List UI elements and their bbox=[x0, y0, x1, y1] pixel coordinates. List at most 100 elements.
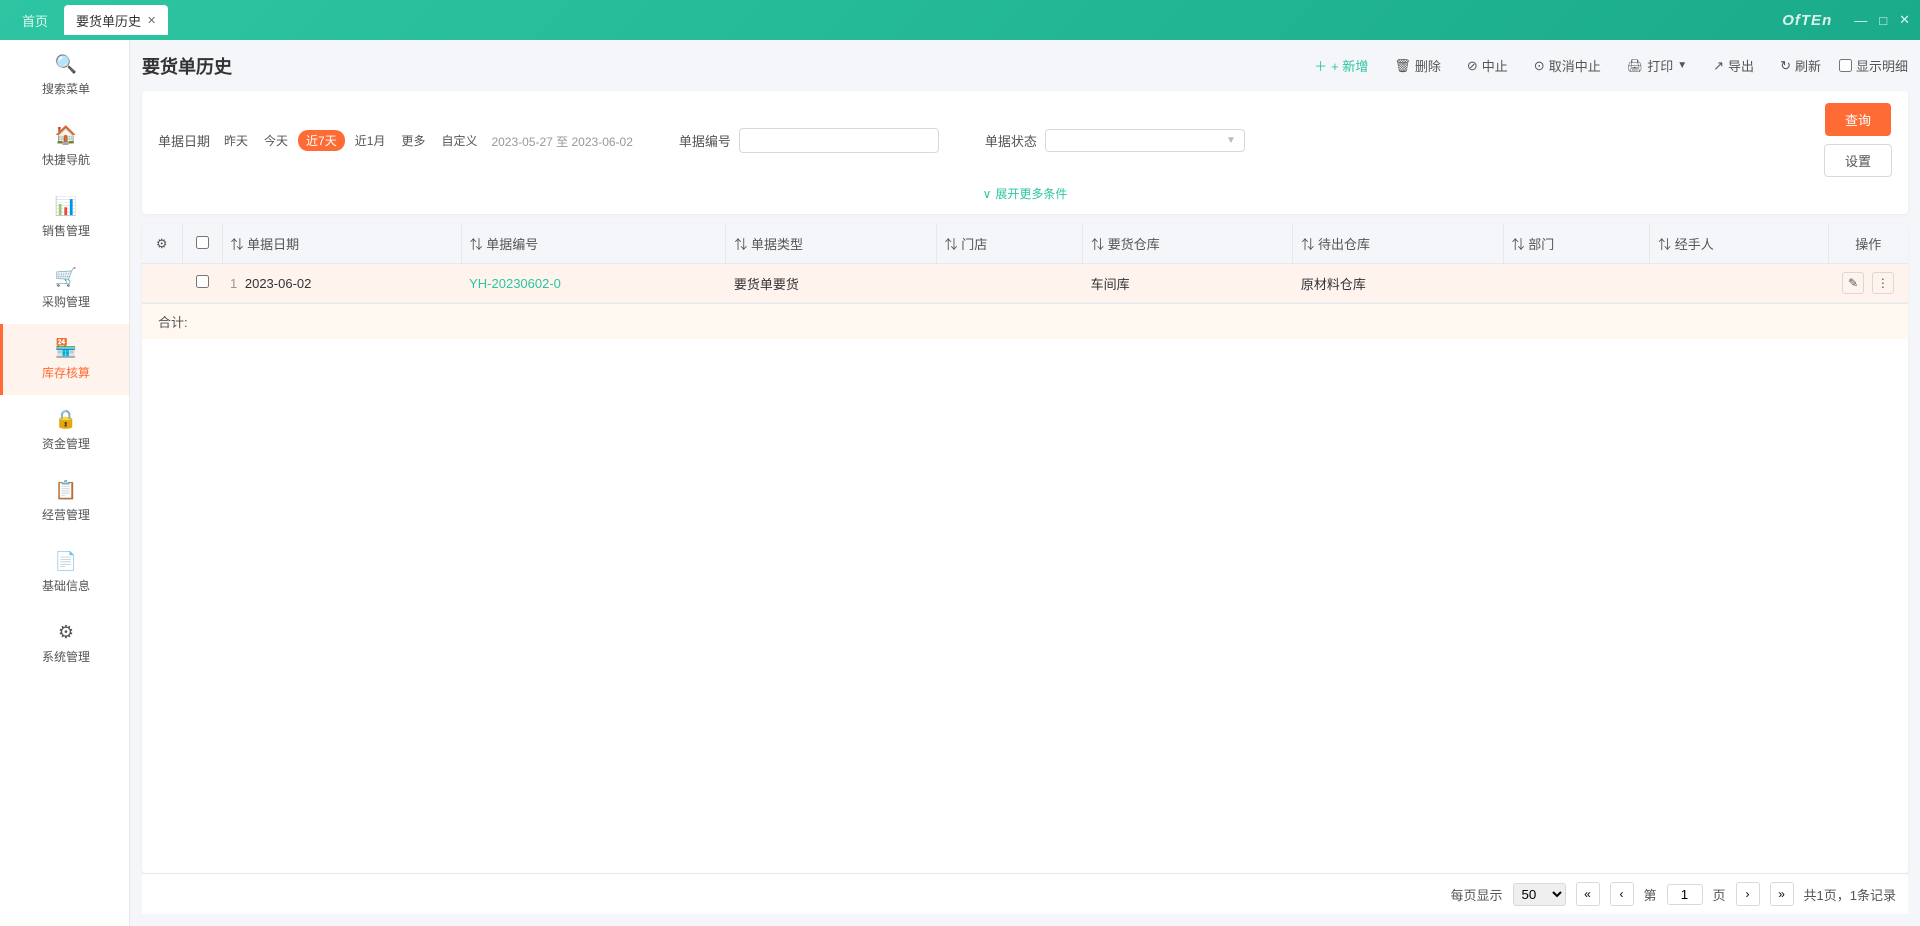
page-number-input[interactable] bbox=[1667, 884, 1703, 905]
prev-page-button[interactable]: ‹ bbox=[1610, 882, 1634, 906]
col-store-label: ⇅ 门店 bbox=[945, 237, 988, 252]
toolbar: ＋ + 新增 🗑 删除 ⊘ 中止 ⊙ 取消中止 🖨 打印 bbox=[1306, 52, 1908, 79]
sidebar-item-ops-mgmt[interactable]: 📋 经营管理 bbox=[0, 466, 129, 537]
last-page-button[interactable]: » bbox=[1770, 882, 1794, 906]
tab-home-label: 首页 bbox=[22, 11, 48, 30]
print-dropdown-icon: ▼ bbox=[1677, 60, 1687, 71]
stop-label: 中止 bbox=[1482, 56, 1508, 75]
new-button[interactable]: ＋ + 新增 bbox=[1306, 52, 1376, 79]
select-all-checkbox[interactable] bbox=[196, 236, 209, 249]
table-body: 1 2023-06-02 YH-20230602-0 要货单要货 车间库 原材料… bbox=[142, 264, 1908, 303]
date-shortcut-1month[interactable]: 近1月 bbox=[349, 130, 392, 151]
tab-requisition-label: 要货单历史 bbox=[76, 11, 141, 30]
show-detail-label: 显示明细 bbox=[1856, 56, 1908, 75]
purchase-mgmt-icon: 🛒 bbox=[55, 267, 77, 288]
table-container: ⚙ ⇅ 单据日期 ⇅ 单据编号 ⇅ 单据类型 bbox=[142, 224, 1908, 873]
brand-text: OfTEn bbox=[1782, 12, 1832, 29]
main-table: ⚙ ⇅ 单据日期 ⇅ 单据编号 ⇅ 单据类型 bbox=[142, 224, 1908, 303]
page-header: 要货单历史 ＋ + 新增 🗑 删除 ⊘ 中止 ⊙ 取消中止 bbox=[142, 52, 1908, 79]
date-shortcut-7days[interactable]: 近7天 bbox=[298, 130, 345, 151]
delete-label: 删除 bbox=[1415, 56, 1441, 75]
export-button[interactable]: ↗ 导出 bbox=[1705, 52, 1762, 79]
status-dropdown-icon: ▼ bbox=[1226, 135, 1236, 146]
row-pending-warehouse: 原材料仓库 bbox=[1293, 264, 1503, 303]
row-more-icon[interactable]: ⋮ bbox=[1872, 272, 1894, 294]
doc-no-input[interactable] bbox=[739, 128, 939, 153]
sidebar-item-basic-label: 基础信息 bbox=[42, 577, 90, 594]
refresh-label: 刷新 bbox=[1795, 56, 1821, 75]
footer-label: 合计: bbox=[158, 315, 188, 330]
sidebar-item-sales-mgmt[interactable]: 📊 销售管理 bbox=[0, 182, 129, 253]
pagination-bar: 每页显示 10 20 50 100 « ‹ 第 页 › » 共1页，1条记录 bbox=[142, 873, 1908, 914]
filter-row-1: 单据日期 昨天 今天 近7天 近1月 更多 自定义 2023-05-27 至 2… bbox=[158, 103, 1892, 177]
table-header: ⚙ ⇅ 单据日期 ⇅ 单据编号 ⇅ 单据类型 bbox=[142, 224, 1908, 264]
sidebar-item-basic-info[interactable]: 📄 基础信息 bbox=[0, 537, 129, 608]
cancel-stop-icon: ⊙ bbox=[1534, 58, 1545, 74]
col-doc-type: ⇅ 单据类型 bbox=[726, 224, 936, 264]
row-index: 1 bbox=[230, 276, 237, 291]
sidebar-item-system-mgmt[interactable]: ⚙ 系统管理 bbox=[0, 608, 129, 679]
setting-icon[interactable]: ⚙ bbox=[156, 236, 168, 251]
col-req-warehouse: ⇅ 要货仓库 bbox=[1083, 224, 1293, 264]
new-label: + 新增 bbox=[1331, 56, 1368, 75]
date-filter-label: 单据日期 bbox=[158, 131, 210, 150]
table-row[interactable]: 1 2023-06-02 YH-20230602-0 要货单要货 车间库 原材料… bbox=[142, 264, 1908, 303]
status-label: 单据状态 bbox=[985, 131, 1037, 150]
col-doc-date: ⇅ 单据日期 bbox=[222, 224, 461, 264]
sidebar-item-quick-nav[interactable]: 🏠 快捷导航 bbox=[0, 111, 129, 182]
sidebar-item-purchase-mgmt[interactable]: 🛒 采购管理 bbox=[0, 253, 129, 324]
date-shortcut-custom[interactable]: 自定义 bbox=[435, 130, 483, 151]
show-detail-checkbox[interactable] bbox=[1839, 59, 1852, 72]
sidebar-item-ops-label: 经营管理 bbox=[42, 506, 90, 523]
maximize-btn[interactable]: □ bbox=[1879, 13, 1887, 28]
next-page-button[interactable]: › bbox=[1736, 882, 1760, 906]
col-store: ⇅ 门店 bbox=[936, 224, 1082, 264]
stop-icon: ⊘ bbox=[1467, 58, 1478, 74]
filter-date: 单据日期 昨天 今天 近7天 近1月 更多 自定义 2023-05-27 至 2… bbox=[158, 130, 633, 151]
sidebar-item-quicknav-label: 快捷导航 bbox=[42, 151, 90, 168]
col-dept: ⇅ 部门 bbox=[1503, 224, 1649, 264]
stop-button[interactable]: ⊘ 中止 bbox=[1459, 52, 1516, 79]
sidebar-item-system-label: 系统管理 bbox=[42, 648, 90, 665]
refresh-button[interactable]: ↻ 刷新 bbox=[1772, 52, 1829, 79]
date-shortcut-today[interactable]: 今天 bbox=[258, 130, 294, 151]
sidebar-item-search-menu[interactable]: 🔍 搜索菜单 bbox=[0, 40, 129, 111]
row-req-warehouse: 车间库 bbox=[1083, 264, 1293, 303]
minimize-btn[interactable]: — bbox=[1854, 13, 1867, 28]
show-detail-toggle[interactable]: 显示明细 bbox=[1839, 56, 1908, 75]
filter-settings-button[interactable]: 设置 bbox=[1824, 144, 1892, 177]
sales-mgmt-icon: 📊 bbox=[55, 196, 77, 217]
row-edit-icon[interactable]: ✎ bbox=[1842, 272, 1864, 294]
close-btn[interactable]: ✕ bbox=[1899, 12, 1910, 28]
col-req-warehouse-label: ⇅ 要货仓库 bbox=[1091, 237, 1160, 252]
date-shortcut-more[interactable]: 更多 bbox=[395, 130, 431, 151]
tab-home[interactable]: 首页 bbox=[10, 5, 60, 35]
col-pending-warehouse-label: ⇅ 待出仓库 bbox=[1301, 237, 1370, 252]
tab-requisition-history[interactable]: 要货单历史 ✕ bbox=[64, 5, 168, 35]
expand-more-button[interactable]: ∨ 展开更多条件 bbox=[983, 185, 1068, 202]
table-footer: 合计: bbox=[142, 303, 1908, 339]
basic-info-icon: 📄 bbox=[55, 551, 77, 572]
query-button[interactable]: 查询 bbox=[1825, 103, 1891, 136]
sidebar-item-inventory-label: 库存核算 bbox=[42, 364, 90, 381]
col-pending-warehouse: ⇅ 待出仓库 bbox=[1293, 224, 1503, 264]
delete-button[interactable]: 🗑 删除 bbox=[1386, 52, 1449, 79]
cancel-stop-button[interactable]: ⊙ 取消中止 bbox=[1526, 52, 1609, 79]
sidebar-item-inventory-calc[interactable]: 🏪 库存核算 bbox=[0, 324, 129, 395]
expand-more-area: ∨ 展开更多条件 bbox=[158, 185, 1892, 202]
print-label: 打印 bbox=[1647, 56, 1673, 75]
row-doc-no-link[interactable]: YH-20230602-0 bbox=[469, 276, 561, 291]
date-shortcut-yesterday[interactable]: 昨天 bbox=[218, 130, 254, 151]
print-button[interactable]: 🖨 打印 ▼ bbox=[1619, 52, 1695, 79]
new-icon: ＋ bbox=[1314, 56, 1327, 75]
total-records-label: 共1页，1条记录 bbox=[1804, 885, 1896, 904]
status-select[interactable]: ▼ bbox=[1045, 129, 1245, 152]
filter-doc-no: 单据编号 bbox=[679, 128, 939, 153]
inventory-calc-icon: 🏪 bbox=[55, 338, 77, 359]
window-controls: OfTEn — □ ✕ bbox=[1782, 12, 1910, 29]
page-size-select[interactable]: 10 20 50 100 bbox=[1513, 883, 1566, 906]
tab-close-icon[interactable]: ✕ bbox=[147, 14, 156, 27]
sidebar-item-finance-mgmt[interactable]: 🔒 资金管理 bbox=[0, 395, 129, 466]
row-checkbox[interactable] bbox=[196, 275, 209, 288]
first-page-button[interactable]: « bbox=[1576, 882, 1600, 906]
